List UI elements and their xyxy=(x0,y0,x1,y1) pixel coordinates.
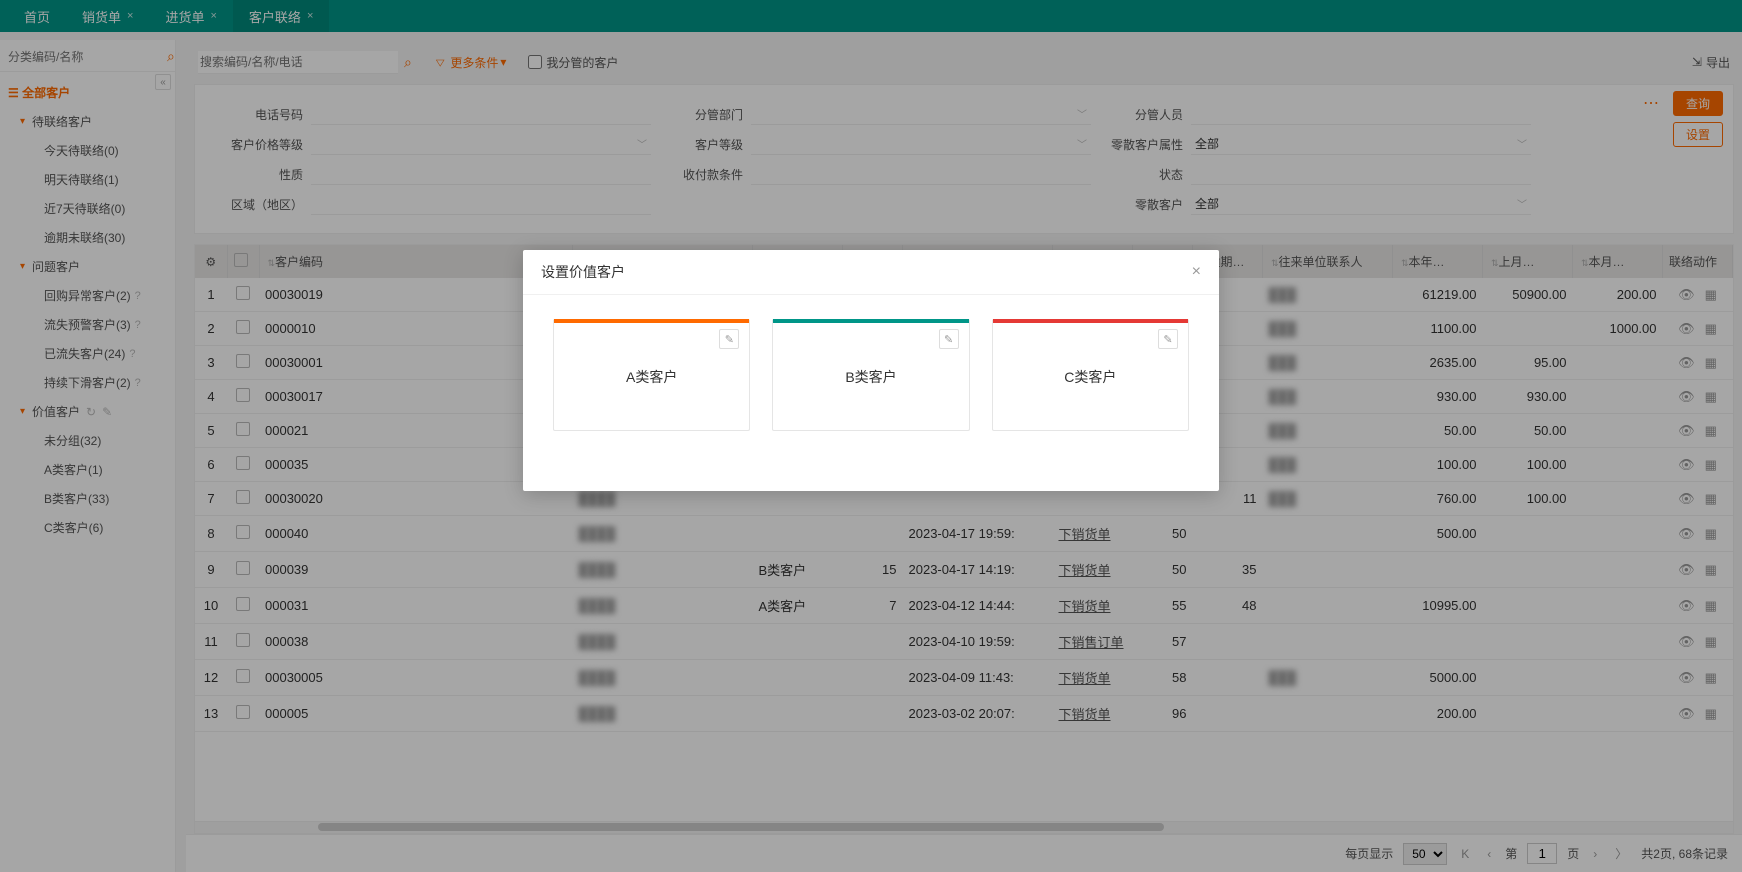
card-label: B类客户 xyxy=(845,367,896,387)
edit-icon[interactable]: ✎ xyxy=(1158,329,1178,349)
modal-title: 设置价值客户 xyxy=(541,262,625,282)
value-customer-modal: 设置价值客户 × ✎ A类客户 ✎ B类客户 ✎ C类客户 xyxy=(523,250,1219,491)
card-label: A类客户 xyxy=(626,367,677,387)
modal-overlay[interactable]: 设置价值客户 × ✎ A类客户 ✎ B类客户 ✎ C类客户 xyxy=(0,0,1742,872)
value-card-b[interactable]: ✎ B类客户 xyxy=(772,319,969,431)
value-card-a[interactable]: ✎ A类客户 xyxy=(553,319,750,431)
edit-icon[interactable]: ✎ xyxy=(939,329,959,349)
value-card-c[interactable]: ✎ C类客户 xyxy=(992,319,1189,431)
edit-icon[interactable]: ✎ xyxy=(719,329,739,349)
card-label: C类客户 xyxy=(1064,367,1116,387)
modal-close-button[interactable]: × xyxy=(1192,263,1201,281)
